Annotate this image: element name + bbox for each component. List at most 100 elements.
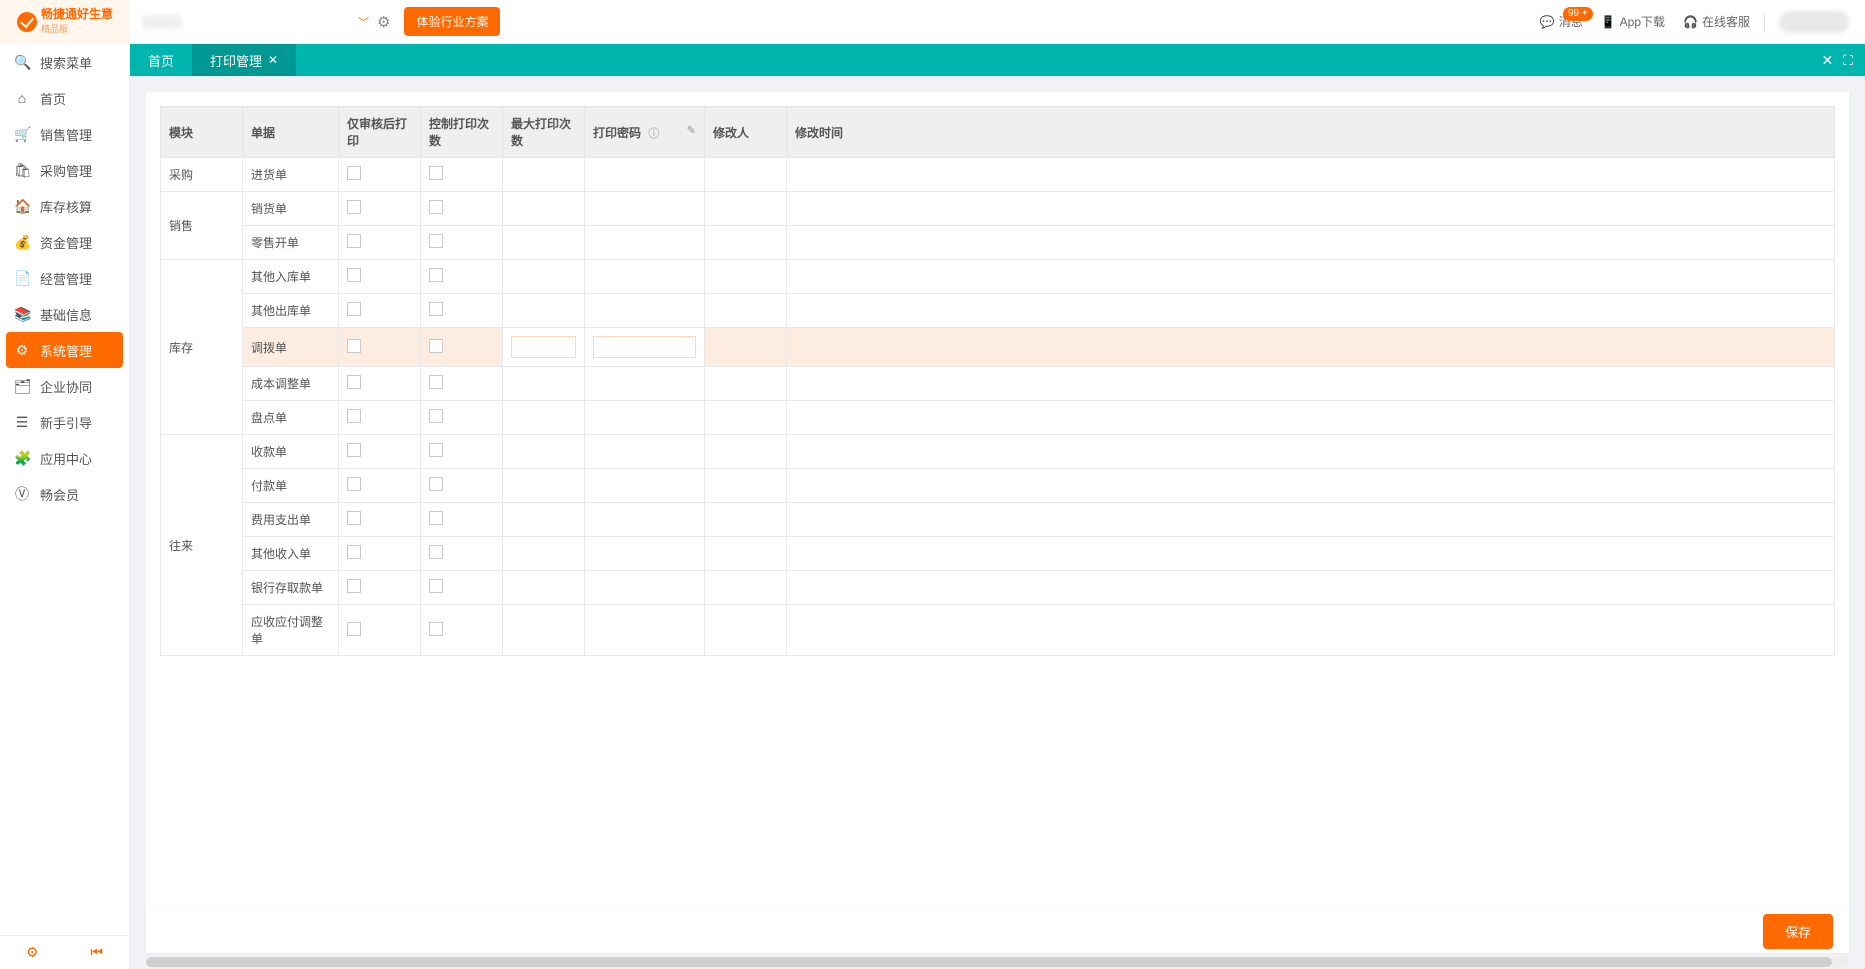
- table-row: 其他收入单: [161, 537, 1835, 571]
- checkbox[interactable]: [347, 545, 361, 559]
- checkbox[interactable]: [429, 622, 443, 636]
- cell-module: 往来: [161, 435, 243, 656]
- checkbox[interactable]: [429, 477, 443, 491]
- max-times-input[interactable]: [511, 336, 576, 358]
- checkbox[interactable]: [429, 339, 443, 353]
- checkbox[interactable]: [347, 302, 361, 316]
- sidebar-item-search-icon: 🔍: [14, 54, 30, 71]
- checkbox[interactable]: [429, 579, 443, 593]
- checkbox[interactable]: [429, 234, 443, 248]
- sidebar-item-vip[interactable]: Ⓥ畅会员: [0, 476, 129, 512]
- sidebar-item-funds[interactable]: 💰资金管理: [0, 224, 129, 260]
- checkbox[interactable]: [429, 166, 443, 180]
- tab-close-all-icon[interactable]: ✕: [1821, 52, 1833, 69]
- checkbox[interactable]: [347, 375, 361, 389]
- download-button[interactable]: 📱 App下载: [1601, 13, 1665, 30]
- help-icon[interactable]: ⓘ: [648, 128, 659, 140]
- sidebar-item-inventory[interactable]: 🏠库存核算: [0, 188, 129, 224]
- sidebar-item-home[interactable]: ⌂首页: [0, 80, 129, 116]
- table-row: 采购进货单: [161, 158, 1835, 192]
- brand-logo[interactable]: 畅捷通好生意 精品版: [0, 0, 130, 44]
- sidebar-item-label: 首页: [40, 89, 66, 108]
- checkbox[interactable]: [347, 579, 361, 593]
- checkbox[interactable]: [347, 268, 361, 282]
- sidebar-item-label: 畅会员: [40, 485, 79, 504]
- checkbox[interactable]: [429, 375, 443, 389]
- action-bar: 保存: [146, 909, 1849, 953]
- th-max-times: 最大打印次数: [503, 107, 585, 158]
- table-row: 调拨单: [161, 328, 1835, 367]
- footer-gear-icon[interactable]: ⚙: [26, 944, 39, 961]
- horizontal-scrollbar[interactable]: [146, 957, 1849, 967]
- cell-modify-time: [787, 435, 1835, 469]
- cell-doc: 销货单: [243, 192, 339, 226]
- th-module: 模块: [161, 107, 243, 158]
- edit-icon[interactable]: ✎: [687, 124, 696, 137]
- messages-button[interactable]: 💬 消息 99 +: [1540, 13, 1583, 30]
- checkbox[interactable]: [347, 166, 361, 180]
- cell-doc: 费用支出单: [243, 503, 339, 537]
- checkbox[interactable]: [429, 200, 443, 214]
- promo-button[interactable]: 体验行业方案: [404, 7, 500, 36]
- sidebar-item-basic[interactable]: 📚基础信息: [0, 296, 129, 332]
- fullscreen-icon[interactable]: ⛶: [1843, 52, 1853, 69]
- password-input[interactable]: [593, 336, 696, 358]
- checkbox[interactable]: [347, 200, 361, 214]
- sidebar-item-guide[interactable]: ☰新手引导: [0, 404, 129, 440]
- table-row: 零售开单: [161, 226, 1835, 260]
- tab-print-manage[interactable]: 打印管理 ✕: [192, 44, 296, 76]
- cell-max-times: [503, 260, 585, 294]
- sidebar-item-sales[interactable]: 🛒销售管理: [0, 116, 129, 152]
- avatar[interactable]: [1779, 11, 1849, 33]
- sidebar-item-purchase[interactable]: 🛍采购管理: [0, 152, 129, 188]
- org-name: [142, 15, 182, 29]
- chat-icon: 💬: [1540, 15, 1555, 29]
- footer-collapse-icon[interactable]: ⏮: [90, 944, 103, 961]
- sidebar-item-system-icon: ⚙: [14, 342, 30, 359]
- cell-doc: 进货单: [243, 158, 339, 192]
- sidebar-item-operation[interactable]: 📄经营管理: [0, 260, 129, 296]
- cell-max-times: [503, 571, 585, 605]
- close-icon[interactable]: ✕: [268, 53, 278, 67]
- cell-modifier: [705, 294, 787, 328]
- checkbox[interactable]: [347, 622, 361, 636]
- topbar: 畅捷通好生意 精品版 ﹀ ⚙ 体验行业方案 💬 消息 99 + 📱 App下载 …: [0, 0, 1865, 44]
- sidebar-item-system[interactable]: ⚙系统管理: [6, 332, 123, 368]
- checkbox[interactable]: [347, 409, 361, 423]
- settings-icon[interactable]: ⚙: [377, 13, 390, 31]
- checkbox[interactable]: [429, 545, 443, 559]
- tab-home[interactable]: 首页: [130, 44, 192, 76]
- service-button[interactable]: 🎧 在线客服: [1683, 13, 1750, 30]
- sidebar-item-label: 库存核算: [40, 197, 92, 216]
- cell-modify-time: [787, 503, 1835, 537]
- sidebar-item-apps[interactable]: 🧩应用中心: [0, 440, 129, 476]
- th-password: 打印密码 ⓘ ✎: [585, 107, 705, 158]
- cell-password: [585, 571, 705, 605]
- checkbox[interactable]: [429, 302, 443, 316]
- sidebar-item-collab-icon: 🗂: [14, 378, 30, 395]
- save-button[interactable]: 保存: [1763, 914, 1833, 949]
- cell-modifier: [705, 260, 787, 294]
- cell-only-audited: [339, 367, 421, 401]
- checkbox[interactable]: [347, 234, 361, 248]
- scrollbar-thumb[interactable]: [146, 957, 1832, 967]
- cell-modifier: [705, 571, 787, 605]
- checkbox[interactable]: [347, 443, 361, 457]
- cell-modifier: [705, 401, 787, 435]
- checkbox[interactable]: [429, 409, 443, 423]
- checkbox[interactable]: [347, 339, 361, 353]
- sidebar-item-collab[interactable]: 🗂企业协同: [0, 368, 129, 404]
- checkbox[interactable]: [429, 268, 443, 282]
- sidebar-item-search[interactable]: 🔍搜索菜单: [0, 44, 129, 80]
- cell-control-times: [421, 435, 503, 469]
- cell-max-times: [503, 435, 585, 469]
- checkbox[interactable]: [347, 477, 361, 491]
- sidebar-item-label: 新手引导: [40, 413, 92, 432]
- org-selector[interactable]: ﹀: [142, 14, 369, 30]
- checkbox[interactable]: [429, 511, 443, 525]
- checkbox[interactable]: [347, 511, 361, 525]
- cell-modifier: [705, 192, 787, 226]
- cell-control-times: [421, 503, 503, 537]
- table-row: 销售销货单: [161, 192, 1835, 226]
- checkbox[interactable]: [429, 443, 443, 457]
